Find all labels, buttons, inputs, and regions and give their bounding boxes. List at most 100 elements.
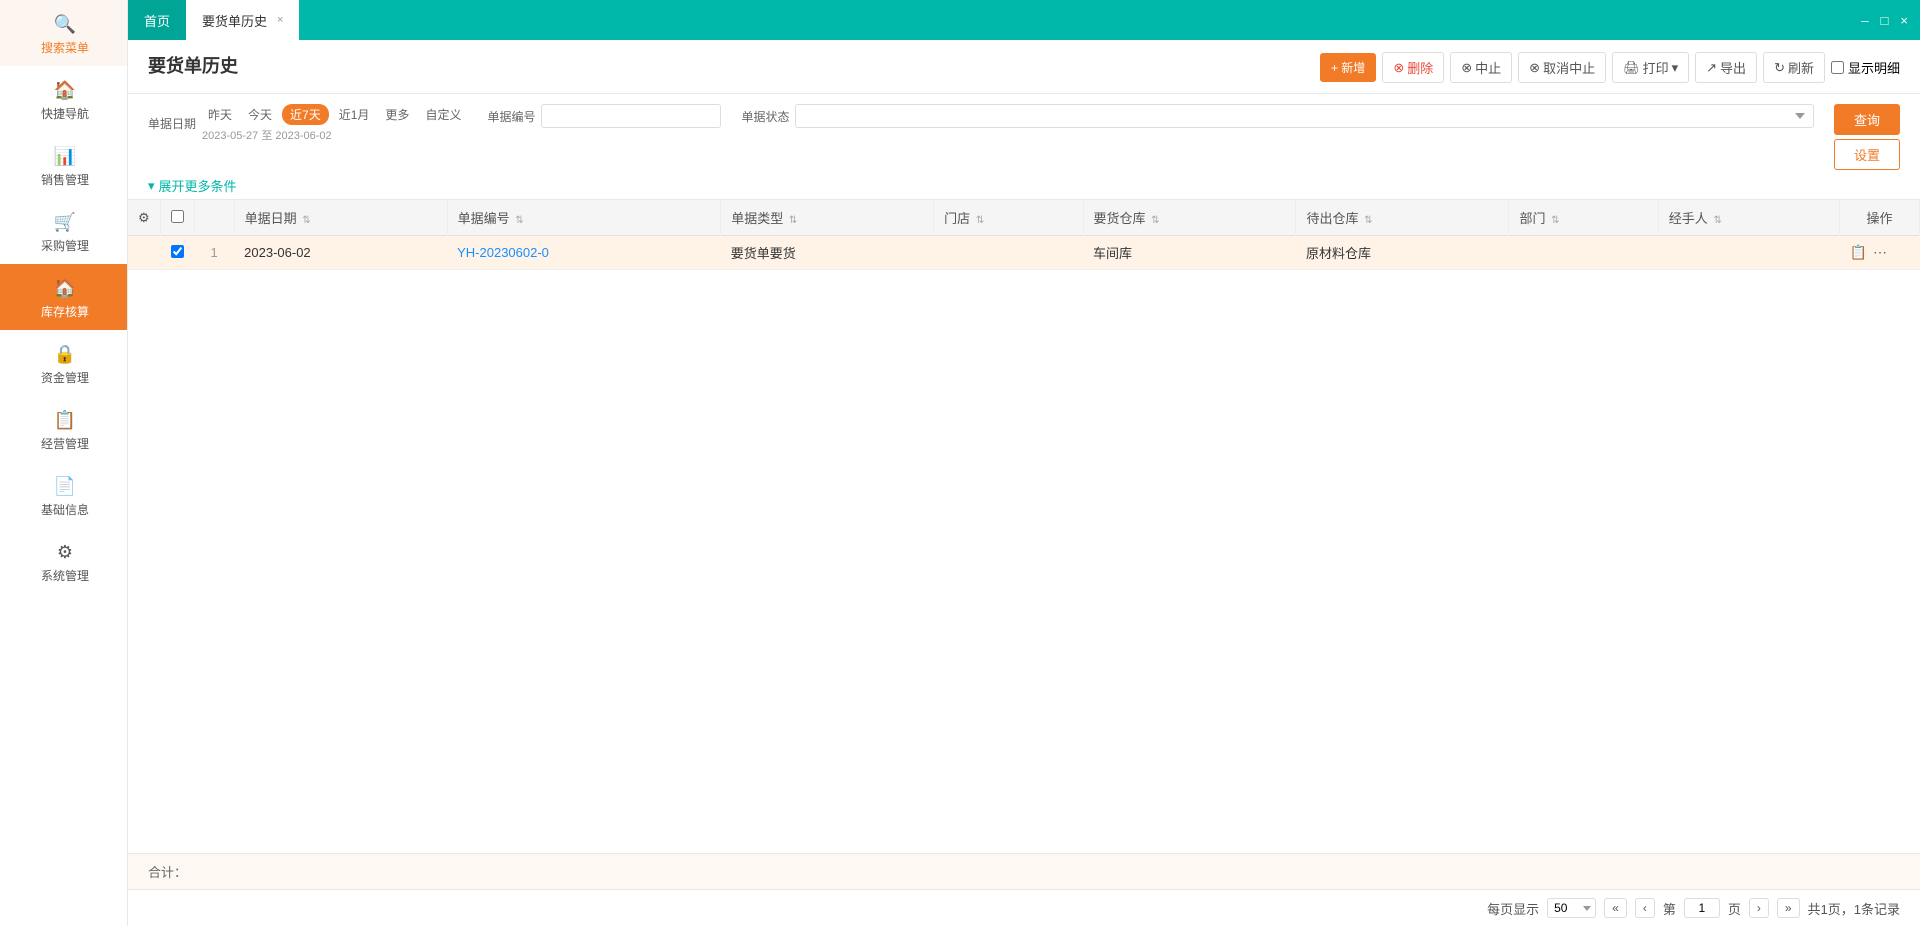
table-settings-col[interactable]: ⚙ bbox=[128, 200, 160, 236]
purchase-icon: 🛒 bbox=[54, 212, 76, 233]
cancel-suspend-icon: ⊗ bbox=[1529, 60, 1540, 76]
maximize-button[interactable]: □ bbox=[1881, 13, 1889, 28]
last-page-button[interactable]: » bbox=[1777, 898, 1800, 918]
table-footer: 合计： bbox=[128, 853, 1920, 889]
refresh-button[interactable]: ↻ 刷新 bbox=[1763, 52, 1825, 83]
sidebar-item-system[interactable]: ⚙ 系统管理 bbox=[0, 528, 127, 594]
sales-icon: 📊 bbox=[54, 146, 76, 167]
page-header: 要货单历史 + 新增 ⊗ 删除 ⊗ 中止 ⊗ 取消中止 bbox=[128, 40, 1920, 94]
row-doc-date: 2023-06-02 bbox=[234, 236, 447, 270]
row-more-icon[interactable]: ⋯ bbox=[1873, 244, 1887, 261]
date-btn-yesterday[interactable]: 昨天 bbox=[202, 104, 238, 125]
page-unit: 页 bbox=[1728, 899, 1741, 918]
quick-nav-icon: 🏠 bbox=[54, 80, 76, 101]
display-detail-checkbox[interactable] bbox=[1831, 61, 1844, 74]
sidebar-item-inventory[interactable]: 🏠 库存核算 bbox=[0, 264, 127, 330]
print-button[interactable]: 🖨 打印 ▾ bbox=[1612, 52, 1689, 83]
date-btn-custom[interactable]: 自定义 bbox=[419, 104, 467, 125]
expand-more-button[interactable]: ▾ 展开更多条件 bbox=[148, 176, 1900, 195]
tab-close-icon[interactable]: × bbox=[277, 14, 283, 26]
export-icon: ↗ bbox=[1706, 60, 1717, 76]
filter-query-btns: 查询 设置 bbox=[1834, 104, 1900, 170]
refresh-icon: ↻ bbox=[1774, 60, 1785, 76]
close-button[interactable]: × bbox=[1900, 13, 1908, 28]
minimize-button[interactable]: – bbox=[1861, 13, 1868, 28]
new-button[interactable]: + 新增 bbox=[1320, 53, 1376, 82]
filter-date-group: 单据日期 昨天 今天 近7天 近1月 更多 自定义 2023-05-27 至 2… bbox=[148, 104, 467, 143]
pagination-bar: 每页显示 50 100 200 « ‹ 第 页 › » 共1页，1条记录 bbox=[128, 889, 1920, 926]
row-store bbox=[934, 236, 1083, 270]
search-menu-icon: 🔍 bbox=[54, 14, 76, 35]
page-size-select[interactable]: 50 100 200 bbox=[1547, 898, 1596, 918]
sort-doc-no-icon[interactable]: ⇅ bbox=[515, 215, 523, 226]
filter-status-select[interactable] bbox=[795, 104, 1814, 128]
first-page-button[interactable]: « bbox=[1604, 898, 1627, 918]
date-btn-today[interactable]: 今天 bbox=[242, 104, 278, 125]
filter-docno-input[interactable] bbox=[541, 104, 721, 128]
sidebar-item-search-menu[interactable]: 🔍 搜索菜单 bbox=[0, 0, 127, 66]
sort-department-icon[interactable]: ⇅ bbox=[1551, 215, 1559, 226]
filter-section: 单据日期 昨天 今天 近7天 近1月 更多 自定义 2023-05-27 至 2… bbox=[128, 94, 1920, 200]
select-all-checkbox[interactable] bbox=[171, 210, 184, 223]
sidebar-item-purchase[interactable]: 🛒 采购管理 bbox=[0, 198, 127, 264]
operations-icon: 📋 bbox=[54, 410, 76, 431]
col-pending-warehouse: 待出仓库 ⇅ bbox=[1296, 200, 1509, 236]
sort-pending-warehouse-icon[interactable]: ⇅ bbox=[1364, 215, 1372, 226]
prev-page-button[interactable]: ‹ bbox=[1635, 898, 1655, 918]
row-department bbox=[1509, 236, 1658, 270]
filter-docno-label: 单据编号 bbox=[487, 108, 535, 125]
sidebar-item-sales[interactable]: 📊 销售管理 bbox=[0, 132, 127, 198]
row-edit-icon[interactable]: 📋 bbox=[1850, 244, 1867, 261]
table-container: ⚙ 单据日期 ⇅ 单据编号 ⇅ bbox=[128, 200, 1920, 853]
top-bar: 首页 要货单历史 × – □ × bbox=[128, 0, 1920, 40]
tab-requisition-history[interactable]: 要货单历史 × bbox=[186, 0, 299, 40]
row-doc-type: 要货单要货 bbox=[721, 236, 934, 270]
sort-store-icon[interactable]: ⇅ bbox=[976, 215, 984, 226]
display-detail-toggle[interactable]: 显示明细 bbox=[1831, 58, 1900, 77]
main-area: 首页 要货单历史 × – □ × 要货单历史 + 新增 ⊗ 删除 bbox=[128, 0, 1920, 926]
query-button[interactable]: 查询 bbox=[1834, 104, 1900, 135]
pagination-summary: 共1页，1条记录 bbox=[1808, 899, 1900, 918]
cancel-suspend-button[interactable]: ⊗ 取消中止 bbox=[1518, 52, 1606, 83]
sidebar-item-finance[interactable]: 🔒 资金管理 bbox=[0, 330, 127, 396]
suspend-button[interactable]: ⊗ 中止 bbox=[1450, 52, 1512, 83]
row-doc-no: YH-20230602-0 bbox=[447, 236, 721, 270]
date-filters: 昨天 今天 近7天 近1月 更多 自定义 bbox=[202, 104, 467, 125]
row-actions: 📋 ⋯ bbox=[1840, 236, 1920, 270]
sidebar-item-label: 搜索菜单 bbox=[41, 39, 89, 56]
sidebar-item-label: 销售管理 bbox=[41, 171, 89, 188]
tab-home[interactable]: 首页 bbox=[128, 0, 186, 40]
col-req-warehouse: 要货仓库 ⇅ bbox=[1083, 200, 1296, 236]
delete-button[interactable]: ⊗ 删除 bbox=[1382, 52, 1444, 83]
col-doc-date: 单据日期 ⇅ bbox=[234, 200, 447, 236]
sort-doc-type-icon[interactable]: ⇅ bbox=[789, 215, 797, 226]
date-btn-more[interactable]: 更多 bbox=[379, 104, 415, 125]
next-page-button[interactable]: › bbox=[1749, 898, 1769, 918]
table-body: 1 2023-06-02 YH-20230602-0 要货单要货 车间库 原材料… bbox=[128, 236, 1920, 270]
top-bar-right: – □ × bbox=[1861, 13, 1920, 28]
doc-no-link[interactable]: YH-20230602-0 bbox=[457, 245, 549, 260]
sort-doc-date-icon[interactable]: ⇅ bbox=[302, 215, 310, 226]
date-btn-7days[interactable]: 近7天 bbox=[282, 104, 329, 125]
date-range-display: 2023-05-27 至 2023-06-02 bbox=[202, 127, 467, 143]
setting-button[interactable]: 设置 bbox=[1834, 139, 1900, 170]
expand-more-label: 展开更多条件 bbox=[159, 176, 237, 195]
row-pending-warehouse: 原材料仓库 bbox=[1296, 236, 1509, 270]
sidebar-item-label: 快捷导航 bbox=[41, 105, 89, 122]
filter-date-label: 单据日期 bbox=[148, 115, 196, 132]
table-header-row: ⚙ 单据日期 ⇅ 单据编号 ⇅ bbox=[128, 200, 1920, 236]
sidebar-item-basic-info[interactable]: 📄 基础信息 bbox=[0, 462, 127, 528]
sidebar-item-label: 基础信息 bbox=[41, 501, 89, 518]
sidebar-item-label: 经营管理 bbox=[41, 435, 89, 452]
export-button[interactable]: ↗ 导出 bbox=[1695, 52, 1757, 83]
sort-handler-icon[interactable]: ⇅ bbox=[1713, 215, 1721, 226]
inventory-icon: 🏠 bbox=[54, 278, 76, 299]
date-btn-1month[interactable]: 近1月 bbox=[333, 104, 376, 125]
row-checkbox[interactable] bbox=[171, 245, 184, 258]
row-req-warehouse: 车间库 bbox=[1083, 236, 1296, 270]
sort-req-warehouse-icon[interactable]: ⇅ bbox=[1151, 215, 1159, 226]
sidebar-item-quick-nav[interactable]: 🏠 快捷导航 bbox=[0, 66, 127, 132]
page-number-input[interactable] bbox=[1684, 898, 1720, 918]
home-tab-label: 首页 bbox=[144, 11, 170, 30]
sidebar-item-operations[interactable]: 📋 经营管理 bbox=[0, 396, 127, 462]
